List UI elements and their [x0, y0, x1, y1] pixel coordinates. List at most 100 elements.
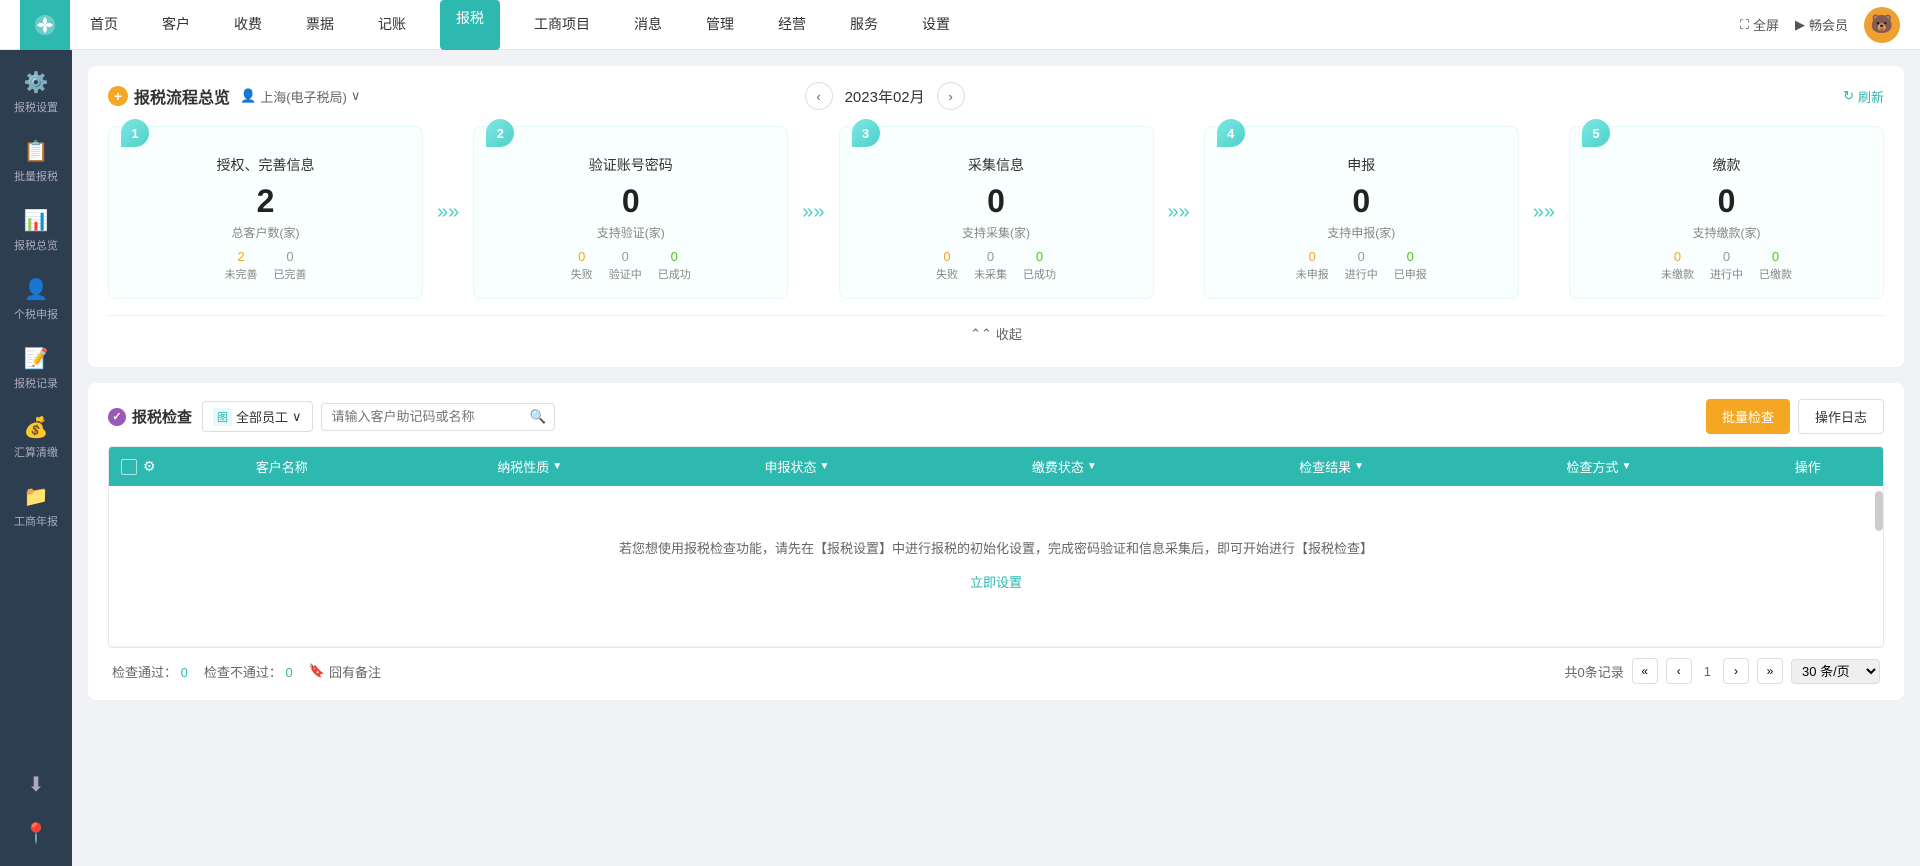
sidebar-item-tax-settings[interactable]: ⚙️ 报税设置	[2, 60, 70, 125]
step-arrow-2: »»	[800, 201, 826, 224]
page-size-select[interactable]: 30 条/页 50 条/页 100 条/页	[1791, 659, 1880, 684]
filter-area: 图 全部员工 ∨ 🔍	[202, 401, 1696, 432]
sidebar-item-personal-tax[interactable]: 👤 个税申报	[2, 267, 70, 332]
step-stat-label-3-0: 失败	[936, 266, 958, 282]
pass-count-label: 检查通过： 0	[112, 662, 188, 681]
operation-log-btn[interactable]: 操作日志	[1798, 399, 1884, 434]
nav-business[interactable]: 工商项目	[524, 0, 600, 50]
sidebar: ⚙️ 报税设置 📋 批量报税 📊 报税总览 👤 个税申报 📝 报税记录 💰 汇算…	[0, 50, 72, 866]
step-stat-2-2: 0 已成功	[658, 249, 691, 282]
th-declare-status: 申报状态 ▼	[663, 447, 930, 486]
filter-icon-4[interactable]: ▼	[1354, 461, 1364, 472]
step-title-3: 采集信息	[856, 155, 1137, 175]
nav-client[interactable]: 客户	[152, 0, 200, 50]
sidebar-item-tax-overview[interactable]: 📊 报税总览	[2, 198, 70, 263]
filter-icon-3[interactable]: ▼	[1087, 461, 1097, 472]
nav-manage[interactable]: 管理	[696, 0, 744, 50]
scrollbar-thumb[interactable]	[1875, 491, 1883, 531]
check-title: ✓ 报税检查	[108, 406, 192, 427]
select-all-checkbox[interactable]	[121, 459, 137, 475]
th-operation: 操作	[1733, 447, 1883, 486]
step-subtitle-1: 总客户数(家)	[125, 224, 406, 241]
last-page-btn[interactable]: »	[1757, 658, 1783, 684]
step-stat-num-2-0: 0	[578, 249, 585, 264]
step-stat-label-2-0: 失败	[571, 266, 593, 282]
total-records: 共0条记录	[1565, 662, 1624, 681]
collapse-btn[interactable]: ⌃⌃ 收起	[108, 316, 1884, 351]
nav-message[interactable]: 消息	[624, 0, 672, 50]
column-settings-icon[interactable]: ⚙	[143, 458, 156, 475]
process-steps: 1 授权、完善信息 2 总客户数(家) 2 未完善 0 已完善	[108, 126, 1884, 299]
nav-operation[interactable]: 经营	[768, 0, 816, 50]
search-btn[interactable]: 🔍	[522, 404, 555, 430]
tax-settings-icon: ⚙️	[24, 70, 49, 95]
next-month-btn[interactable]: ›	[937, 82, 965, 110]
next-page-btn[interactable]: ›	[1723, 658, 1749, 684]
setup-link[interactable]: 立即设置	[970, 575, 1022, 590]
step-stat-label-1-0: 未完善	[225, 266, 258, 282]
first-page-btn[interactable]: «	[1632, 658, 1658, 684]
personal-tax-icon: 👤	[24, 277, 49, 302]
step-stat-num-3-0: 0	[943, 249, 950, 264]
check-title-text: 报税检查	[132, 406, 192, 427]
employee-select[interactable]: 图 全部员工 ∨	[202, 401, 313, 432]
filter-icon-2[interactable]: ▼	[820, 461, 830, 472]
sidebar-item-annual-reconcile[interactable]: 💰 汇算清缴	[2, 405, 70, 470]
step-stat-label-2-2: 已成功	[658, 266, 691, 282]
tax-record-icon: 📝	[24, 346, 49, 371]
nav-home[interactable]: 首页	[80, 0, 128, 50]
check-table-wrapper: ⚙ 客户名称 纳税性质 ▼	[108, 446, 1884, 648]
sidebar-item-batch-tax[interactable]: 📋 批量报税	[2, 129, 70, 194]
pass-label: 检查通过：	[112, 665, 177, 680]
top-nav: 首页 客户 收费 票据 记账 报税 工商项目 消息 管理 经营 服务 设置 ⛶ …	[0, 0, 1920, 50]
step-title-5: 缴款	[1586, 155, 1867, 175]
location-tag[interactable]: 👤 上海(电子税局) ∨	[240, 87, 360, 106]
filter-icon-5[interactable]: ▼	[1621, 461, 1631, 472]
nav-accounting[interactable]: 记账	[368, 0, 416, 50]
sidebar-item-annual-report[interactable]: 📁 工商年报	[2, 474, 70, 539]
nav-service[interactable]: 服务	[840, 0, 888, 50]
process-step-2: 2 验证账号密码 0 支持验证(家) 0 失败 0 验证中	[473, 126, 788, 299]
nav-items: 首页 客户 收费 票据 记账 报税 工商项目 消息 管理 经营 服务 设置	[80, 0, 1740, 50]
check-table-body: 若您想使用报税检查功能，请先在【报税设置】中进行报税的初始化设置，完成密码验证和…	[109, 486, 1883, 647]
step-arrow-4: »»	[1531, 201, 1557, 224]
pass-count[interactable]: 0	[181, 665, 188, 680]
step-stat-3-2: 0 已成功	[1023, 249, 1056, 282]
sidebar-item-download[interactable]: ⬇	[2, 762, 70, 807]
step-subtitle-3: 支持采集(家)	[856, 224, 1137, 241]
empty-state-row: 若您想使用报税检查功能，请先在【报税设置】中进行报税的初始化设置，完成密码验证和…	[109, 486, 1883, 647]
step-stat-num-5-1: 0	[1723, 249, 1730, 264]
sidebar-label-tax-record: 报税记录	[14, 375, 58, 391]
nav-settings[interactable]: 设置	[912, 0, 960, 50]
annual-reconcile-icon: 💰	[24, 415, 49, 440]
nav-fee[interactable]: 收费	[224, 0, 272, 50]
nav-invoice[interactable]: 票据	[296, 0, 344, 50]
search-input[interactable]	[322, 404, 522, 429]
top-right-area: ⛶ 全屏 ▶ 畅会员 🐻	[1740, 7, 1900, 43]
step-stat-5-0: 0 未缴款	[1661, 249, 1694, 282]
avatar[interactable]: 🐻	[1864, 7, 1900, 43]
nav-tax[interactable]: 报税	[440, 0, 500, 50]
fail-count[interactable]: 0	[286, 665, 293, 680]
step-count-4: 0	[1221, 183, 1502, 220]
step-subtitle-5: 支持缴款(家)	[1586, 224, 1867, 241]
prev-page-btn[interactable]: ‹	[1666, 658, 1692, 684]
employee-filter-label: 全部员工	[236, 407, 288, 426]
filter-icon-1[interactable]: ▼	[552, 461, 562, 472]
fullscreen-btn[interactable]: ⛶ 全屏	[1740, 15, 1779, 34]
prev-month-btn[interactable]: ‹	[805, 82, 833, 110]
current-page: 1	[1700, 664, 1715, 679]
batch-check-btn[interactable]: 批量检查	[1706, 399, 1790, 434]
sidebar-label-tax-settings: 报税设置	[14, 99, 58, 115]
sidebar-item-location[interactable]: 📍	[2, 811, 70, 856]
chevron-down-icon: ∨	[351, 88, 361, 104]
current-date: 2023年02月	[845, 86, 925, 107]
refresh-btn[interactable]: ↻ 刷新	[1843, 87, 1884, 106]
download-icon: ⬇	[28, 772, 45, 797]
sidebar-item-tax-record[interactable]: 📝 报税记录	[2, 336, 70, 401]
step-stat-1-0: 2 未完善	[225, 249, 258, 282]
member-btn[interactable]: ▶ 畅会员	[1795, 15, 1848, 34]
step-stat-label-4-2: 已申报	[1394, 266, 1427, 282]
empty-state-cell: 若您想使用报税检查功能，请先在【报税设置】中进行报税的初始化设置，完成密码验证和…	[109, 486, 1883, 647]
step-title-1: 授权、完善信息	[125, 155, 406, 175]
